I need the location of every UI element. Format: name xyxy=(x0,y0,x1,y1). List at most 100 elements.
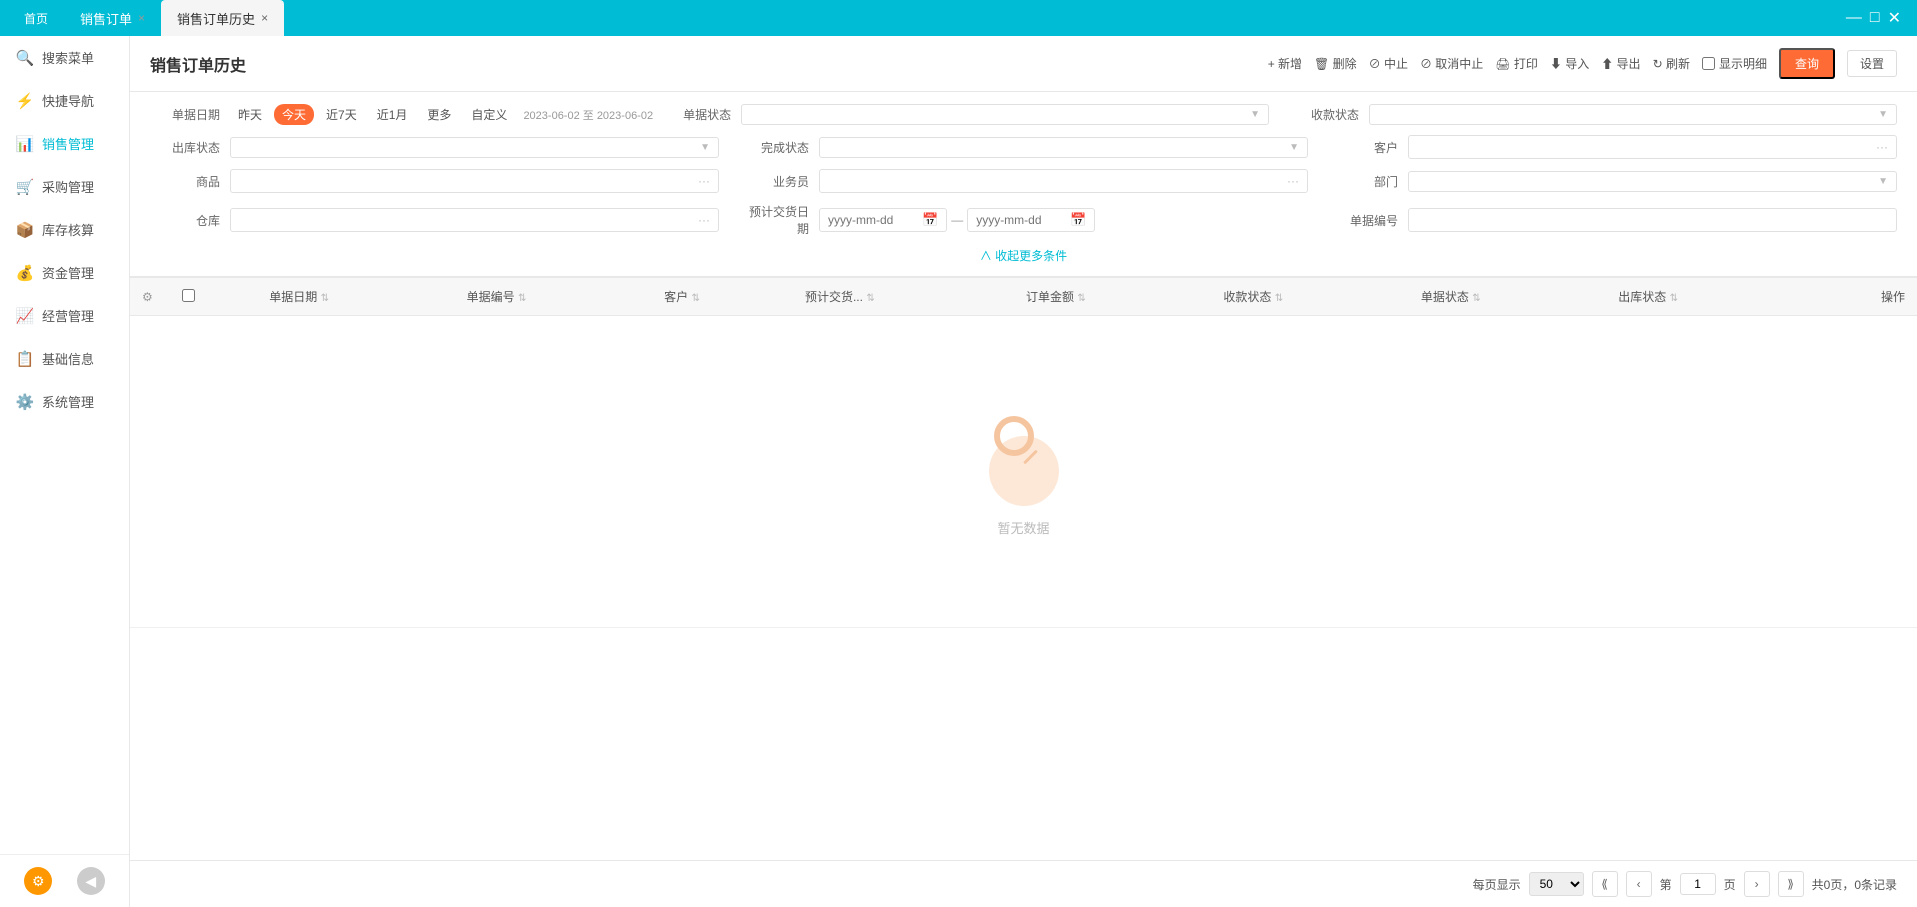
th-amount[interactable]: 订单金额 ⇅ xyxy=(1014,278,1211,316)
delivery-date-end[interactable]: 📅 xyxy=(967,208,1095,232)
page-title: 销售订单历史 xyxy=(150,52,246,88)
content-area: 销售订单历史 + 新增 🗑 删除 ⊘ 中止 ⊘ 取消中止 🖨 打印 ⬇ 导入 ⬆… xyxy=(130,36,1917,907)
order-status-select[interactable]: ▼ xyxy=(741,104,1269,125)
delivery-date-start[interactable]: 📅 xyxy=(819,208,947,232)
sidebar-collapse-icon[interactable]: ◀ xyxy=(77,867,105,895)
new-button[interactable]: + 新增 xyxy=(1268,55,1302,72)
delete-button[interactable]: 🗑 删除 xyxy=(1314,55,1357,72)
receipt-status-arrow: ▼ xyxy=(1878,109,1888,120)
order-number-label: 单据编号 xyxy=(1328,212,1408,229)
sidebar-item-sales-mgmt[interactable]: 📊 销售管理 xyxy=(0,122,129,165)
show-detail-input[interactable] xyxy=(1702,57,1715,70)
per-page-select[interactable]: 10 20 50 100 xyxy=(1529,872,1584,896)
sidebar-item-finance[interactable]: 💰 资金管理 xyxy=(0,251,129,294)
delivery-date-label: 预计交货日期 xyxy=(739,203,819,237)
collapse-filter-btn[interactable]: ∧ 收起更多条件 xyxy=(150,247,1897,264)
complete-status-select[interactable]: ▼ xyxy=(819,137,1308,158)
delivery-date-start-input[interactable] xyxy=(828,213,918,227)
tab-sales-order-history[interactable]: 销售订单历史 × xyxy=(161,0,284,36)
show-detail-checkbox[interactable]: 显示明细 xyxy=(1702,55,1767,72)
sidebar-item-quick-nav[interactable]: ⚡ 快捷导航 xyxy=(0,79,129,122)
order-status-arrow: ▼ xyxy=(1250,109,1260,120)
sidebar-item-system-mgmt[interactable]: ⚙️ 系统管理 xyxy=(0,380,129,423)
th-delivery[interactable]: 预计交货... ⇅ xyxy=(793,278,1014,316)
warehouse-input[interactable]: ··· xyxy=(230,208,719,232)
date-btn-group: 昨天 今天 近7天 近1月 更多 自定义 2023-06-02 至 2023-0… xyxy=(230,104,653,125)
empty-illustration xyxy=(974,406,1074,506)
export-button[interactable]: ⬆ 导出 xyxy=(1601,55,1640,72)
system-mgmt-icon: ⚙️ xyxy=(16,393,34,411)
sidebar: 🔍 搜索菜单 ⚡ 快捷导航 📊 销售管理 🛒 采购管理 📦 库存核算 💰 资金管… xyxy=(0,36,130,907)
date-btn-more[interactable]: 更多 xyxy=(419,104,459,125)
print-button[interactable]: 🖨 打印 xyxy=(1495,55,1538,72)
sidebar-item-search-menu[interactable]: 🔍 搜索菜单 xyxy=(0,36,129,79)
maximize-icon[interactable]: □ xyxy=(1870,9,1880,27)
date-btn-1month[interactable]: 近1月 xyxy=(369,104,416,125)
th-customer[interactable]: 客户 ⇅ xyxy=(652,278,793,316)
order-status-label: 单据状态 xyxy=(661,106,741,123)
sidebar-item-basic-info[interactable]: 📋 基础信息 xyxy=(0,337,129,380)
prev-page-btn[interactable]: ‹ xyxy=(1626,871,1652,897)
close-tab-sales-order[interactable]: × xyxy=(138,11,145,25)
outbound-status-select[interactable]: ▼ xyxy=(230,137,719,158)
close-window-icon[interactable]: ✕ xyxy=(1888,8,1901,28)
cancel-stop-button[interactable]: ⊘ 取消中止 xyxy=(1420,55,1483,72)
sidebar-item-inventory[interactable]: 📦 库存核算 xyxy=(0,208,129,251)
sort-order-status-icon: ⇅ xyxy=(1472,293,1480,304)
page-number-input[interactable] xyxy=(1680,873,1716,895)
tab-sales-order[interactable]: 销售订单 × xyxy=(64,0,161,36)
date-btn-custom[interactable]: 自定义 xyxy=(463,104,515,125)
th-actions: 操作 xyxy=(1804,278,1917,316)
receipt-status-select[interactable]: ▼ xyxy=(1369,104,1897,125)
product-label: 商品 xyxy=(150,173,230,190)
th-checkbox xyxy=(170,278,257,316)
order-number-input[interactable] xyxy=(1408,208,1897,232)
sort-number-icon: ⇅ xyxy=(518,293,526,304)
import-button[interactable]: ⬇ 导入 xyxy=(1550,55,1589,72)
query-button[interactable]: 查询 xyxy=(1779,48,1835,79)
next-page-btn[interactable]: › xyxy=(1744,871,1770,897)
tab-home[interactable]: 首页 xyxy=(8,0,64,36)
finance-icon: 💰 xyxy=(16,264,34,282)
first-page-btn[interactable]: ⟪ xyxy=(1592,871,1618,897)
th-number[interactable]: 单据编号 ⇅ xyxy=(455,278,652,316)
department-arrow: ▼ xyxy=(1878,176,1888,187)
outbound-status-label: 出库状态 xyxy=(150,139,230,156)
last-page-btn[interactable]: ⟫ xyxy=(1778,871,1804,897)
table-settings-icon[interactable]: ⚙ xyxy=(142,290,153,304)
select-all-checkbox[interactable] xyxy=(182,289,195,302)
sidebar-item-operations[interactable]: 📈 经营管理 xyxy=(0,294,129,337)
sidebar-settings-icon[interactable]: ⚙ xyxy=(24,867,52,895)
salesperson-input[interactable]: ··· xyxy=(819,169,1308,193)
minimize-icon[interactable]: — xyxy=(1846,9,1862,27)
sort-delivery-icon: ⇅ xyxy=(866,293,874,304)
filter-row-warehouse: 仓库 ··· 预计交货日期 📅 — 📅 xyxy=(150,203,1897,237)
date-btn-7days[interactable]: 近7天 xyxy=(318,104,365,125)
search-menu-icon: 🔍 xyxy=(16,49,34,67)
refresh-button[interactable]: ↻ 刷新 xyxy=(1653,55,1690,72)
page-header: 销售订单历史 + 新增 🗑 删除 ⊘ 中止 ⊘ 取消中止 🖨 打印 ⬇ 导入 ⬆… xyxy=(130,36,1917,92)
complete-arrow: ▼ xyxy=(1289,142,1299,153)
empty-state: 暂无数据 xyxy=(142,326,1905,617)
th-order-status[interactable]: 单据状态 ⇅ xyxy=(1409,278,1606,316)
th-date[interactable]: 单据日期 ⇅ xyxy=(257,278,454,316)
customer-dots: ··· xyxy=(1876,140,1888,154)
customer-input[interactable]: ··· xyxy=(1408,135,1897,159)
sort-amount-icon: ⇅ xyxy=(1077,293,1085,304)
th-receipt-status[interactable]: 收款状态 ⇅ xyxy=(1211,278,1408,316)
product-input[interactable]: ··· xyxy=(230,169,719,193)
stop-button[interactable]: ⊘ 中止 xyxy=(1369,55,1408,72)
th-outbound-status[interactable]: 出库状态 ⇅ xyxy=(1606,278,1803,316)
data-table-wrap: ⚙ 单据日期 ⇅ 单据编号 ⇅ xyxy=(130,277,1917,860)
date-btn-today[interactable]: 今天 xyxy=(274,104,314,125)
sidebar-item-purchase-mgmt[interactable]: 🛒 采购管理 xyxy=(0,165,129,208)
date-label: 单据日期 xyxy=(150,106,230,123)
inventory-icon: 📦 xyxy=(16,221,34,239)
close-tab-sales-order-history[interactable]: × xyxy=(261,11,268,25)
department-select[interactable]: ▼ xyxy=(1408,171,1897,192)
settings-button[interactable]: 设置 xyxy=(1847,50,1897,77)
delivery-date-end-input[interactable] xyxy=(976,213,1066,227)
per-page-label: 每页显示 xyxy=(1473,876,1521,893)
settings-col: ⚙ xyxy=(130,278,170,316)
date-btn-yesterday[interactable]: 昨天 xyxy=(230,104,270,125)
